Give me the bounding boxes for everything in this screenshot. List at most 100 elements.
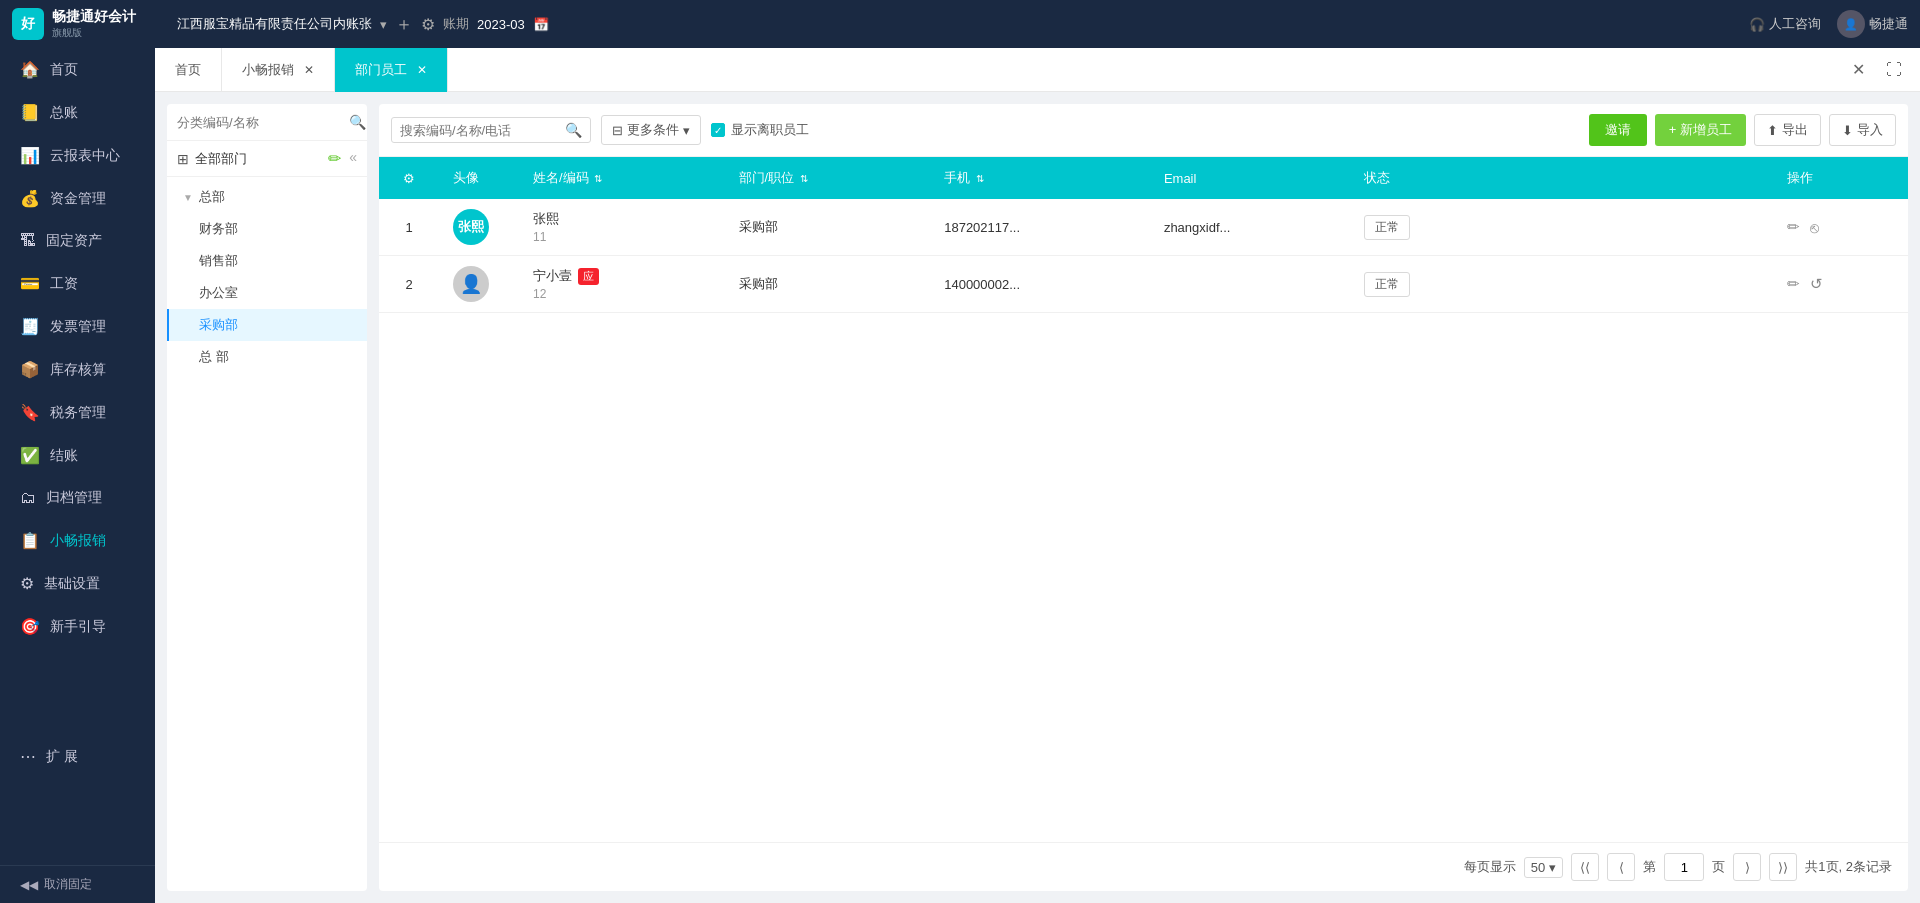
last-page-button[interactable]: ⟩⟩ [1769, 853, 1797, 881]
table-row: 1 张熙 张熙 11 采购部 [379, 199, 1908, 256]
company-dropdown-icon[interactable]: ▾ [380, 17, 387, 32]
row1-edit-icon[interactable]: ✏ [1787, 218, 1800, 236]
dept-search-icon[interactable]: 🔍 [349, 114, 366, 130]
tab-home[interactable]: 首页 [155, 48, 222, 92]
tab-xiaochang-close[interactable]: ✕ [304, 48, 314, 92]
sidebar-item-capital[interactable]: 💰 资金管理 [0, 177, 155, 220]
dept-node-sales[interactable]: 销售部 [167, 245, 367, 277]
toolbar-right: 邀请 + 新增员工 ⬆ 导出 ⬇ 导入 [1589, 114, 1896, 146]
service-button[interactable]: 🎧 人工咨询 [1749, 15, 1821, 33]
total-records: 共1页, 2条记录 [1805, 858, 1892, 876]
sidebar-label-guide: 新手引导 [50, 618, 106, 636]
dept-node-hq[interactable]: ▼ 总部 [167, 181, 367, 213]
row2-edit-icon[interactable]: ✏ [1787, 275, 1800, 293]
add-company-icon[interactable]: ＋ [395, 12, 413, 36]
import-button[interactable]: ⬇ 导入 [1829, 114, 1896, 146]
prev-page-button[interactable]: ⟨ [1607, 853, 1635, 881]
col-phone[interactable]: 手机 ⇅ [930, 157, 1150, 199]
sidebar-label-ledger: 总账 [50, 104, 78, 122]
cancel-pin-label: 取消固定 [44, 876, 92, 893]
col-name[interactable]: 姓名/编码 ⇅ [519, 157, 725, 199]
dept-node-general[interactable]: 总 部 [167, 341, 367, 373]
sidebar-label-capital: 资金管理 [50, 190, 106, 208]
sidebar-item-salary[interactable]: 💳 工资 [0, 262, 155, 305]
per-page-select[interactable]: 50 ▾ [1524, 857, 1563, 878]
employee-search-input[interactable] [400, 123, 559, 138]
next-page-button[interactable]: ⟩ [1733, 853, 1761, 881]
invite-button[interactable]: 邀请 [1589, 114, 1647, 146]
row1-exit-icon[interactable]: ⎋ [1810, 219, 1819, 236]
expand-tab-icon[interactable]: ⛶ [1880, 56, 1908, 84]
sidebar-item-inventory[interactable]: 📦 库存核算 [0, 348, 155, 391]
row1-status: 正常 [1350, 199, 1773, 256]
calendar-icon[interactable]: 📅 [533, 17, 549, 32]
row2-name-area: 宁小壹 应 12 [533, 267, 711, 301]
archive-icon: 🗂 [20, 489, 36, 507]
dept-header-right: ✏ « [328, 149, 357, 168]
settings-icon[interactable]: ⚙ [421, 15, 435, 34]
sidebar-item-reports[interactable]: 📊 云报表中心 [0, 134, 155, 177]
row1-phone: 187202117... [930, 199, 1150, 256]
name-sort-icon: ⇅ [594, 173, 602, 184]
dept-all-label[interactable]: 全部部门 [195, 150, 247, 168]
sidebar-item-settings[interactable]: ⚙ 基础设置 [0, 562, 155, 605]
close-tab-icon[interactable]: ✕ [1844, 56, 1872, 84]
dept-header: ⊞ 全部部门 ✏ « [167, 141, 367, 177]
show-resigned-label: 显示离职员工 [731, 121, 809, 139]
row2-refresh-icon[interactable]: ↺ [1810, 275, 1823, 293]
col-gear[interactable]: ⚙ [379, 157, 439, 199]
invoice-icon: 🧾 [20, 317, 40, 336]
row1-code: 11 [533, 230, 711, 244]
resigned-checkbox[interactable]: ✓ [711, 123, 725, 137]
dept-node-office[interactable]: 办公室 [167, 277, 367, 309]
assets-icon: 🏗 [20, 232, 36, 250]
employee-search-icon[interactable]: 🔍 [565, 122, 582, 138]
export-button[interactable]: ⬆ 导出 [1754, 114, 1821, 146]
col-avatar: 头像 [439, 157, 519, 199]
sidebar-label-xiaochang: 小畅报销 [50, 532, 106, 550]
dept-collapse-icon[interactable]: « [349, 149, 357, 168]
cancel-pin-button[interactable]: ◀◀ 取消固定 [0, 865, 155, 903]
table-row: 2 👤 宁小壹 应 [379, 256, 1908, 313]
sidebar-item-invoice[interactable]: 🧾 发票管理 [0, 305, 155, 348]
add-employee-button[interactable]: + 新增员工 [1655, 114, 1746, 146]
tab-employee-close[interactable]: ✕ [417, 48, 427, 92]
sidebar-item-ledger[interactable]: 📒 总账 [0, 91, 155, 134]
sidebar-item-assets[interactable]: 🏗 固定资产 [0, 220, 155, 262]
tab-xiaochang[interactable]: 小畅报销 ✕ [222, 48, 335, 92]
sidebar-label-inventory: 库存核算 [50, 361, 106, 379]
sidebar-item-xiaochang[interactable]: 📋 小畅报销 [0, 519, 155, 562]
sidebar-item-home[interactable]: 🏠 首页 [0, 48, 155, 91]
sidebar-item-archive[interactable]: 🗂 归档管理 [0, 477, 155, 519]
dept-search-input[interactable] [177, 115, 345, 130]
topbar-right: 🎧 人工咨询 👤 畅捷通 [1749, 10, 1908, 38]
sidebar-label-assets: 固定资产 [46, 232, 102, 250]
dept-node-finance[interactable]: 财务部 [167, 213, 367, 245]
topbar-center: 江西服宝精品有限责任公司内账张 ▾ ＋ ⚙ 账期 2023-03 📅 [167, 12, 1749, 36]
first-page-button[interactable]: ⟨⟨ [1571, 853, 1599, 881]
tab-xiaochang-label: 小畅报销 [242, 48, 294, 92]
export-icon: ⬆ [1767, 123, 1778, 138]
row1-actions: ✏ ⎋ [1787, 218, 1894, 236]
sidebar-item-guide[interactable]: 🎯 新手引导 [0, 605, 155, 648]
dept-edit-icon[interactable]: ✏ [328, 149, 341, 168]
sidebar-item-checkout[interactable]: ✅ 结账 [0, 434, 155, 477]
row2-status-badge: 正常 [1364, 272, 1410, 297]
row1-action: ✏ ⎋ [1773, 199, 1908, 256]
row2-status: 正常 [1350, 256, 1773, 313]
col-dept[interactable]: 部门/职位 ⇅ [725, 157, 931, 199]
user-menu[interactable]: 👤 畅捷通 [1837, 10, 1908, 38]
tab-employee[interactable]: 部门员工 ✕ [335, 48, 448, 92]
per-page-value: 50 [1531, 860, 1545, 875]
sidebar-item-tax[interactable]: 🔖 税务管理 [0, 391, 155, 434]
sidebar-item-more[interactable]: ⋯ 扩 展 [0, 735, 155, 778]
filter-button[interactable]: ⊟ 更多条件 ▾ [601, 115, 701, 145]
page-number-input[interactable] [1664, 853, 1704, 881]
table-header-row: ⚙ 头像 姓名/编码 ⇅ 部门/职位 ⇅ [379, 157, 1908, 199]
dept-node-purchase[interactable]: 采购部 [167, 309, 367, 341]
sidebar-label-salary: 工资 [50, 275, 78, 293]
tab-home-label: 首页 [175, 48, 201, 92]
app-edition: 旗舰版 [52, 26, 136, 40]
dept-sales-label: 销售部 [199, 253, 238, 268]
col-email: Email [1150, 157, 1350, 199]
